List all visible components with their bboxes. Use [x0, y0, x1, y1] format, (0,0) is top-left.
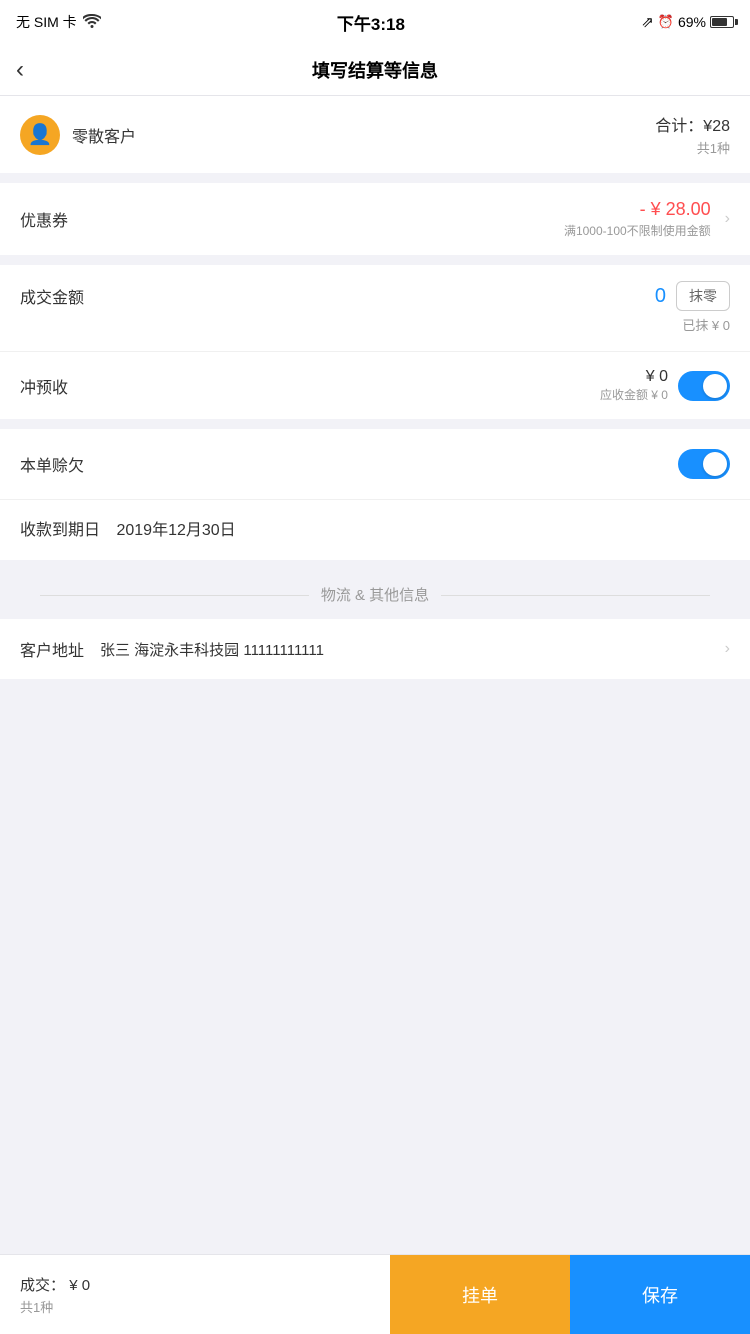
bottom-info: 成交： ¥ 0 共1种 [0, 1274, 390, 1316]
deal-amount-section: 成交金额 0 抹零 已抹 ¥ 0 冲预收 ¥ 0 应收金额 ¥ 0 [0, 265, 750, 419]
customer-info: 👤 零散客户 [20, 115, 136, 155]
empty-area [0, 679, 750, 879]
carrier-text: 无 SIM 卡 [16, 12, 77, 32]
due-date-row: 收款到期日 2019年12月30日 [0, 499, 750, 560]
due-date-label: 收款到期日 [20, 522, 100, 539]
hold-button[interactable]: 挂单 [390, 1255, 570, 1334]
address-value: 张三 海淀永丰科技园 11111111111 [100, 639, 705, 660]
address-section: 客户地址 张三 海淀永丰科技园 11111111111 › [0, 619, 750, 679]
customer-section: 👤 零散客户 合计：¥28 共1种 [0, 96, 750, 173]
status-right-icons: ⇗ ⏰ 69% [641, 13, 734, 31]
coupon-label: 优惠券 [20, 207, 100, 231]
bottom-count: 共1种 [20, 1297, 370, 1316]
logistics-separator: 物流 & 其他信息 [0, 570, 750, 619]
bottom-deal-amount: ¥ 0 [69, 1277, 90, 1294]
address-label: 客户地址 [20, 637, 84, 661]
status-time: 下午3:18 [337, 10, 405, 35]
round-button[interactable]: 抹零 [676, 281, 730, 311]
status-bar: 无 SIM 卡 下午3:18 ⇗ ⏰ 69% [0, 0, 750, 44]
back-button[interactable]: ‹ [16, 56, 24, 84]
battery-icon [710, 16, 734, 28]
customer-total: 合计：¥28 [655, 112, 730, 136]
coupon-row[interactable]: 优惠券 - ¥ 28.00 满1000-100不限制使用金额 › [0, 183, 750, 255]
deal-amount-row: 成交金额 0 抹零 已抹 ¥ 0 [0, 265, 750, 352]
customer-count: 共1种 [655, 138, 730, 157]
status-carrier-wifi: 无 SIM 卡 [16, 12, 101, 32]
deal-amount-right: 0 抹零 [655, 281, 730, 311]
deal-amount-label: 成交金额 [20, 284, 100, 308]
battery-percent: 69% [678, 14, 706, 30]
customer-totals: 合计：¥28 共1种 [655, 112, 730, 157]
customer-name: 零散客户 [72, 123, 136, 147]
save-button[interactable]: 保存 [570, 1255, 750, 1334]
location-icon: ⇗ [641, 13, 654, 31]
precollect-label: 冲预收 [20, 374, 100, 398]
coupon-value-area: - ¥ 28.00 满1000-100不限制使用金额 › [564, 199, 730, 239]
due-date-content: 收款到期日 2019年12月30日 [20, 522, 236, 539]
logistics-label: 物流 & 其他信息 [309, 584, 441, 605]
alarm-icon: ⏰ [658, 14, 674, 30]
customer-avatar: 👤 [20, 115, 60, 155]
precollect-sub: 应收金额 ¥ 0 [600, 386, 668, 403]
debt-label: 本单赊欠 [20, 452, 84, 476]
debt-toggle[interactable] [678, 449, 730, 479]
bottom-deal-label: 成交： [20, 1277, 65, 1294]
due-date-value: 2019年12月30日 [116, 522, 235, 539]
nav-bar: ‹ 填写结算等信息 [0, 44, 750, 96]
debt-row: 本单赊欠 [0, 429, 750, 499]
bottom-deal-row: 成交： ¥ 0 [20, 1274, 370, 1295]
coupon-amount: - ¥ 28.00 [564, 199, 711, 220]
precollect-row: 冲预收 ¥ 0 应收金额 ¥ 0 [0, 352, 750, 419]
precollect-toggle[interactable] [678, 371, 730, 401]
content-area: 👤 零散客户 合计：¥28 共1种 优惠券 - ¥ 28.00 满1000-10… [0, 96, 750, 969]
coupon-right: - ¥ 28.00 满1000-100不限制使用金额 [564, 199, 711, 239]
precollect-right: ¥ 0 应收金额 ¥ 0 [600, 368, 730, 403]
coupon-chevron: › [725, 210, 730, 228]
address-chevron: › [725, 640, 730, 658]
address-row[interactable]: 客户地址 张三 海淀永丰科技园 11111111111 › [0, 619, 750, 679]
precollect-amount: ¥ 0 [600, 368, 668, 386]
customer-row: 👤 零散客户 合计：¥28 共1种 [0, 96, 750, 173]
precollect-values: ¥ 0 应收金额 ¥ 0 [600, 368, 668, 403]
avatar-icon: 👤 [28, 122, 53, 147]
deal-amount-value: 0 [655, 285, 666, 308]
deal-amount-sub: 已抹 ¥ 0 [682, 318, 730, 333]
debt-section: 本单赊欠 收款到期日 2019年12月30日 [0, 429, 750, 560]
wifi-icon [83, 14, 101, 31]
coupon-desc: 满1000-100不限制使用金额 [564, 222, 711, 239]
coupon-section: 优惠券 - ¥ 28.00 满1000-100不限制使用金额 › [0, 183, 750, 255]
page-title: 填写结算等信息 [312, 57, 438, 83]
bottom-bar: 成交： ¥ 0 共1种 挂单 保存 [0, 1254, 750, 1334]
